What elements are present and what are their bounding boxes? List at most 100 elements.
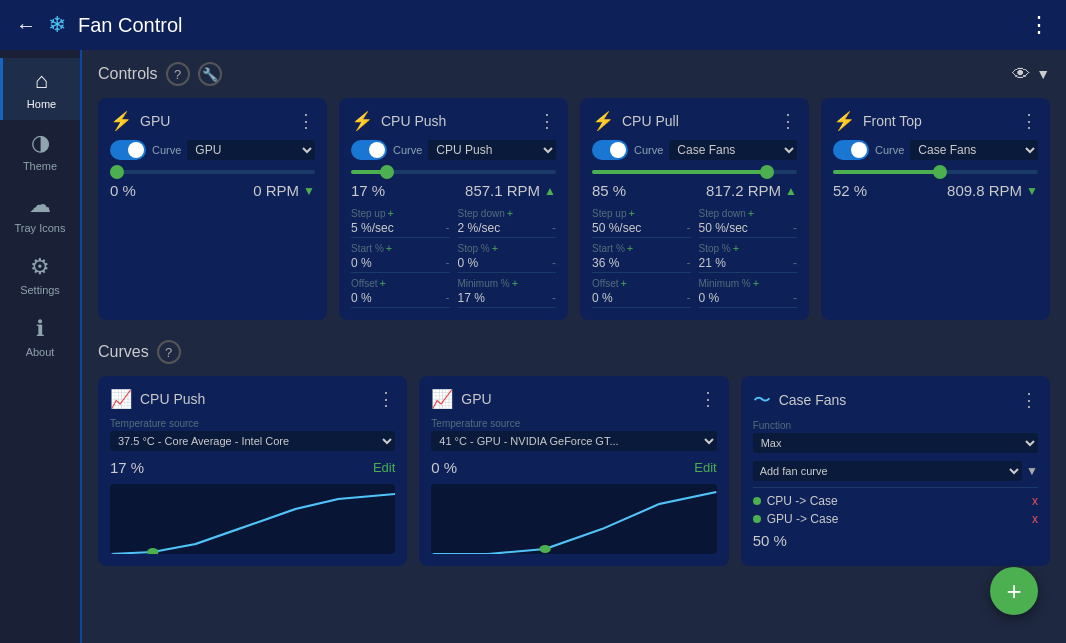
detail-pull-start-pct: Start % + 36 % - (592, 242, 691, 273)
curves-help-button[interactable]: ? (157, 340, 181, 364)
fan-card-cpu-pull-menu[interactable]: ⋮ (779, 110, 797, 132)
curve-card-gpu-menu[interactable]: ⋮ (699, 388, 717, 410)
fan-card-gpu-curve-select[interactable]: GPU (187, 140, 315, 160)
fan-card-front-top-slider[interactable] (833, 170, 1038, 174)
start-pct-minus[interactable]: - (446, 256, 450, 270)
step-up-plus[interactable]: + (387, 207, 393, 219)
detail-step-down: Step down + 2 %/sec - (458, 207, 557, 238)
home-icon: ⌂ (35, 68, 48, 94)
pull-offset-plus[interactable]: + (621, 277, 627, 289)
min-pct-minus[interactable]: - (552, 291, 556, 305)
detail-step-up-label: Step up + (351, 207, 450, 219)
pull-stop-pct-minus[interactable]: - (793, 256, 797, 270)
eye-button[interactable]: 👁 (1012, 64, 1030, 85)
min-pct-plus[interactable]: + (512, 277, 518, 289)
sidebar-item-theme[interactable]: ◑ Theme (0, 120, 80, 182)
func-select[interactable]: Max (753, 433, 1038, 453)
fan-card-cpu-push-toggle[interactable] (351, 140, 387, 160)
fan-card-gpu-toggle[interactable] (110, 140, 146, 160)
about-icon: ℹ (36, 316, 44, 342)
fan-card-front-top-curve-select[interactable]: Case Fans (910, 140, 1038, 160)
fan-card-cpu-pull-toggle[interactable] (592, 140, 628, 160)
sidebar-item-settings[interactable]: ⚙ Settings (0, 244, 80, 306)
tray-icon: ☁ (29, 192, 51, 218)
back-button[interactable]: ← (16, 14, 36, 37)
fan-card-gpu-menu[interactable]: ⋮ (297, 110, 315, 132)
fan-card-cpu-push-slider[interactable] (351, 170, 556, 174)
curve-card-case-fans: 〜 Case Fans ⋮ Function Max Add fan curve… (741, 376, 1050, 566)
fan-card-cpu-push-rpm-row: 17 % 857.1 RPM ▲ (351, 182, 556, 199)
fan-curve-item-gpu: GPU -> Case x (753, 512, 1038, 526)
fan-card-gpu-slider[interactable] (110, 170, 315, 174)
detail-pull-offset-value: 0 % - (592, 291, 691, 308)
fan-card-front-top-menu[interactable]: ⋮ (1020, 110, 1038, 132)
fan-card-cpu-push-menu[interactable]: ⋮ (538, 110, 556, 132)
controls-help-button[interactable]: ? (166, 62, 190, 86)
step-down-plus[interactable]: + (507, 207, 513, 219)
cpu-push-curve-edit[interactable]: Edit (373, 460, 395, 475)
pull-step-up-minus[interactable]: - (687, 221, 691, 235)
fan-card-cpu-pull-rpm: 817.2 RPM ▲ (706, 182, 797, 199)
fan-card-front-top-toggle[interactable] (833, 140, 869, 160)
pct-edit-row-cpu-push: 17 % Edit (110, 459, 395, 476)
pull-start-pct-minus[interactable]: - (687, 256, 691, 270)
sidebar-item-about[interactable]: ℹ About (0, 306, 80, 368)
pull-min-pct-minus[interactable]: - (793, 291, 797, 305)
detail-minimum-pct-label: Minimum % + (458, 277, 557, 289)
curves-grid: 📈 CPU Push ⋮ Temperature source 37.5 °C … (98, 376, 1050, 566)
pull-offset-minus[interactable]: - (687, 291, 691, 305)
fan-curve-remove-gpu[interactable]: x (1032, 512, 1038, 526)
fan-curve-item-cpu: CPU -> Case x (753, 494, 1038, 508)
fan-card-gpu-pct: 0 % (110, 182, 136, 199)
curve-card-case-fans-menu[interactable]: ⋮ (1020, 389, 1038, 411)
fan-card-cpu-push-rpm-chevron: ▲ (544, 184, 556, 198)
fan-card-gpu-slider-row (110, 170, 315, 174)
sidebar-item-home[interactable]: ⌂ Home (0, 58, 80, 120)
stop-pct-minus[interactable]: - (552, 256, 556, 270)
gpu-mini-chart (431, 484, 716, 554)
temp-source-label-cpu-push: Temperature source (110, 418, 395, 429)
menu-button[interactable]: ⋮ (1028, 12, 1050, 38)
offset-plus[interactable]: + (380, 277, 386, 289)
fan-card-front-top-curve-row: Curve Case Fans (833, 140, 1038, 160)
add-curve-chevron: ▼ (1026, 464, 1038, 478)
step-up-minus[interactable]: - (446, 221, 450, 235)
step-down-minus[interactable]: - (552, 221, 556, 235)
controls-wrench-button[interactable]: 🔧 (198, 62, 222, 86)
detail-pull-step-down: Step down + 50 %/sec - (699, 207, 798, 238)
temp-source-select-gpu[interactable]: 41 °C - GPU - NVIDIA GeForce GT... (431, 431, 716, 451)
controls-chevron[interactable]: ▼ (1036, 66, 1050, 82)
fan-card-gpu-icon: ⚡ (110, 110, 132, 132)
temp-source-select-cpu-push[interactable]: 37.5 °C - Core Average - Intel Core (110, 431, 395, 451)
app-icon: ❄ (48, 12, 66, 38)
pull-step-down-minus[interactable]: - (793, 221, 797, 235)
pull-min-pct-plus[interactable]: + (753, 277, 759, 289)
fan-curve-remove-cpu[interactable]: x (1032, 494, 1038, 508)
add-curve-select[interactable]: Add fan curve (753, 461, 1022, 481)
fan-card-cpu-pull-slider[interactable] (592, 170, 797, 174)
fan-card-cpu-push-header: ⚡ CPU Push ⋮ (351, 110, 556, 132)
fan-card-cpu-pull-curve-select[interactable]: Case Fans (669, 140, 797, 160)
sidebar-label-about: About (26, 346, 55, 358)
curve-card-cpu-push-menu[interactable]: ⋮ (377, 388, 395, 410)
fan-card-gpu-rpm: 0 RPM ▼ (253, 182, 315, 199)
add-curve-row: Add fan curve ▼ (753, 461, 1038, 488)
sidebar-item-tray-icons[interactable]: ☁ Tray Icons (0, 182, 80, 244)
sidebar: ⌂ Home ◑ Theme ☁ Tray Icons ⚙ Settings ℹ… (0, 50, 82, 643)
fan-card-cpu-push-curve-select[interactable]: CPU Push (428, 140, 556, 160)
fan-card-cpu-pull-curve-row: Curve Case Fans (592, 140, 797, 160)
pull-step-down-plus[interactable]: + (748, 207, 754, 219)
pull-start-pct-plus[interactable]: + (627, 242, 633, 254)
pull-stop-pct-plus[interactable]: + (733, 242, 739, 254)
fab-add-button[interactable]: + (990, 567, 1038, 615)
detail-pull-offset-label: Offset + (592, 277, 691, 289)
fan-card-cpu-push-details: Step up + 5 %/sec - Step down + (351, 207, 556, 308)
gpu-curve-pct: 0 % (431, 459, 457, 476)
start-pct-plus[interactable]: + (386, 242, 392, 254)
gpu-curve-edit[interactable]: Edit (694, 460, 716, 475)
offset-minus[interactable]: - (446, 291, 450, 305)
stop-pct-plus[interactable]: + (492, 242, 498, 254)
fan-card-gpu-header: ⚡ GPU ⋮ (110, 110, 315, 132)
pull-step-up-plus[interactable]: + (628, 207, 634, 219)
fan-card-cpu-push-curve-label: Curve (393, 144, 422, 156)
